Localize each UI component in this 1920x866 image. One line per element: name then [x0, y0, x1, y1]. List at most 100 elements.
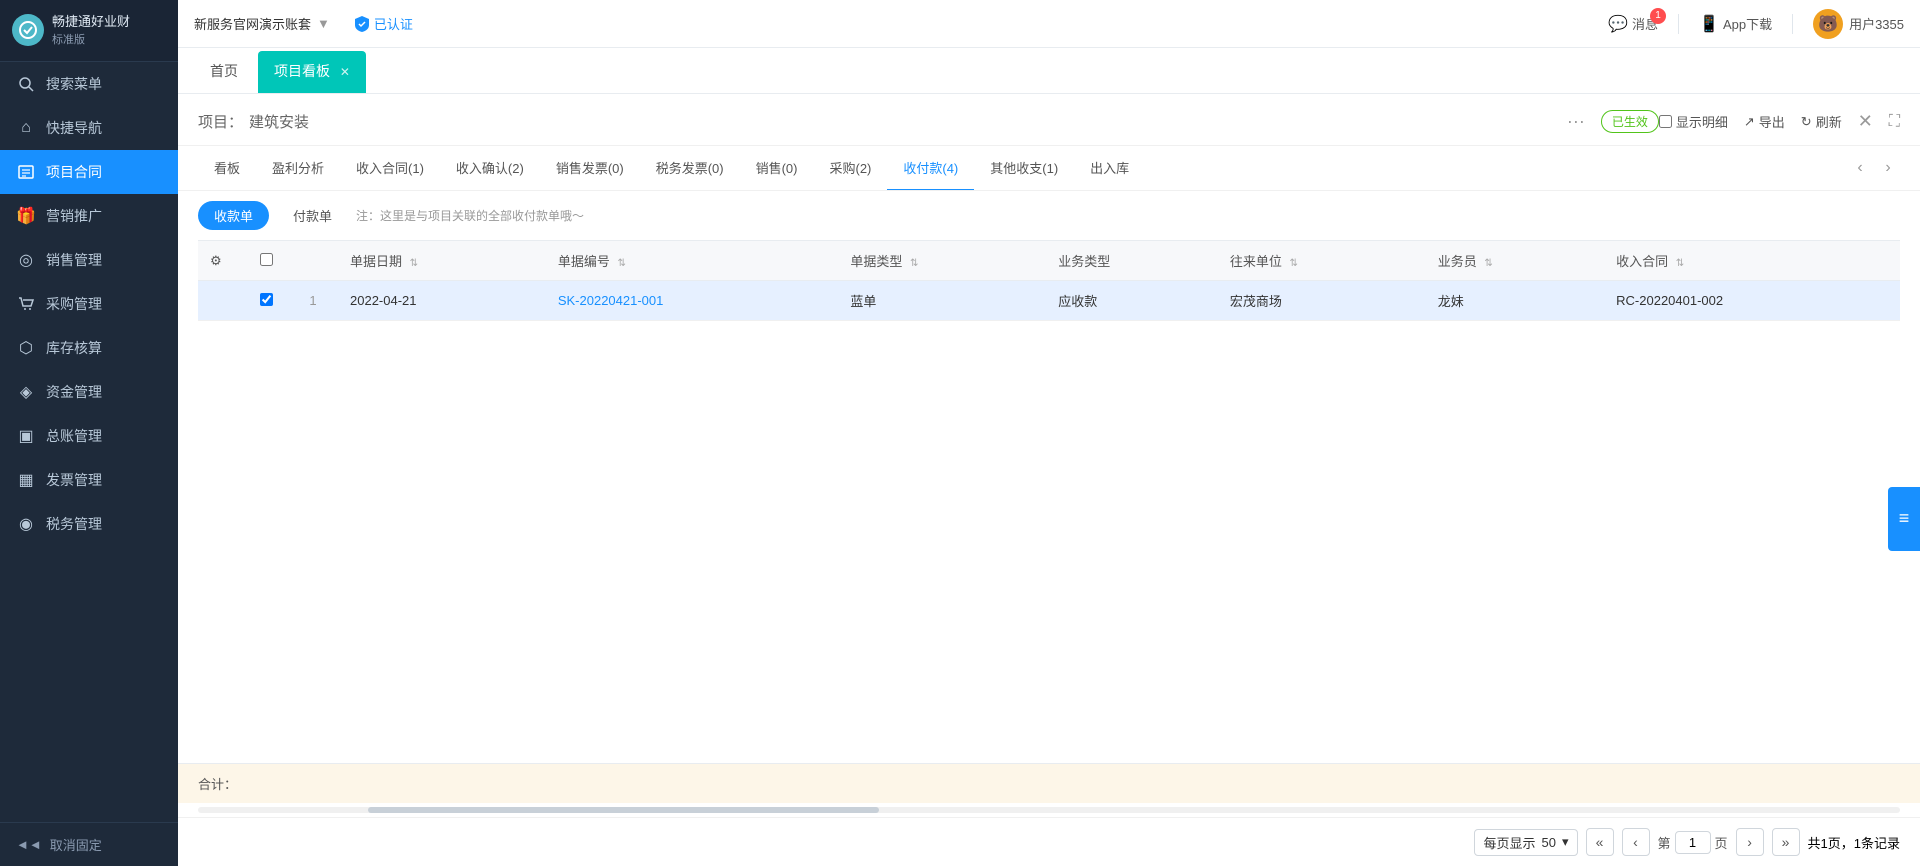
project-name: 新服务官网演示账套 — [194, 14, 311, 33]
sub-tab-profit[interactable]: 盈利分析 — [256, 146, 340, 191]
col-settings[interactable]: ⚙ — [198, 241, 248, 281]
sub-tab-next-btn[interactable]: › — [1876, 156, 1900, 180]
first-page-btn[interactable]: « — [1586, 828, 1614, 856]
sub-tab-sales[interactable]: 销售(0) — [740, 146, 814, 191]
app-name: 畅捷通好业财 — [52, 14, 130, 31]
app-download-btn[interactable]: 📱 App下载 — [1699, 14, 1772, 34]
page-header: 项目：建筑安装 ··· 已生效 显示明细 ↗ 导出 ↻ 刷新 ✕ ⛶ — [178, 94, 1920, 146]
select-all-checkbox[interactable] — [260, 253, 273, 266]
row-income-contract: RC-20220401-002 — [1604, 281, 1900, 321]
logo-icon — [12, 14, 44, 46]
col-number-header[interactable]: 单据编号 ⇅ — [546, 241, 839, 281]
col-type-header[interactable]: 单据类型 ⇅ — [838, 241, 1046, 281]
per-page-label: 每页显示 — [1483, 833, 1535, 852]
float-action-btn[interactable]: ≡ — [1888, 487, 1920, 551]
tab-close-icon[interactable]: ✕ — [340, 65, 350, 79]
refresh-btn[interactable]: ↻ 刷新 — [1801, 112, 1842, 131]
app-download-label: App下载 — [1723, 14, 1772, 33]
message-icon: 💬 — [1608, 14, 1628, 34]
user-btn[interactable]: 🐻 用户3355 — [1813, 9, 1904, 39]
show-detail-checkbox[interactable]: 显示明细 — [1659, 112, 1728, 131]
row-select-checkbox[interactable] — [260, 293, 273, 306]
sub-tab-income-confirm[interactable]: 收入确认(2) — [440, 146, 540, 191]
logo-text-area: 畅捷通好业财 标准版 — [52, 14, 130, 47]
tab-project-board[interactable]: 项目看板 ✕ — [258, 51, 366, 93]
table-row[interactable]: 1 2022-04-21 SK-20220421-001 蓝单 应收款 宏茂商场… — [198, 281, 1900, 321]
more-options-btn[interactable]: ··· — [1567, 111, 1585, 132]
row-number-link[interactable]: SK-20220421-001 — [558, 293, 664, 308]
sub-tab-tax-invoice-label: 税务发票(0) — [656, 161, 724, 176]
sub-tab-tax-invoice[interactable]: 税务发票(0) — [640, 146, 740, 191]
row-checkbox[interactable] — [248, 281, 288, 321]
per-page-select[interactable]: 每页显示 50 ▾ — [1474, 829, 1577, 856]
tab-home[interactable]: 首页 — [194, 51, 254, 93]
sidebar-item-project-contract[interactable]: 项目合同 — [0, 150, 178, 194]
sidebar-item-search[interactable]: 搜索菜单 — [0, 62, 178, 106]
pay-tab-btn[interactable]: 付款单 — [277, 201, 348, 230]
scrollbar-thumb[interactable] — [368, 807, 879, 813]
inventory-icon: ⬡ — [16, 338, 36, 358]
export-btn[interactable]: ↗ 导出 — [1744, 112, 1785, 131]
project-dropdown-arrow: ▼ — [317, 16, 330, 31]
sidebar-item-purchase[interactable]: 采购管理 — [0, 282, 178, 326]
sub-tab-other[interactable]: 其他收支(1) — [974, 146, 1074, 191]
sub-tab-prev-btn[interactable]: ‹ — [1848, 156, 1872, 180]
divider — [1678, 14, 1679, 34]
fullscreen-btn[interactable]: ⛶ — [1889, 113, 1900, 131]
sidebar: 畅捷通好业财 标准版 搜索菜单 ⌂ 快捷导航 — [0, 0, 178, 866]
user-label: 用户3355 — [1849, 14, 1904, 33]
verified-label: 已认证 — [374, 14, 413, 33]
circle-icon: ◎ — [16, 250, 36, 270]
sub-tab-in-out[interactable]: 出入库 — [1074, 146, 1145, 191]
receive-tab-btn[interactable]: 收款单 — [198, 201, 269, 230]
sidebar-item-marketing[interactable]: 🎁 营销推广 — [0, 194, 178, 238]
sidebar-item-funds[interactable]: ◈ 资金管理 — [0, 370, 178, 414]
sub-tab-income-confirm-label: 收入确认(2) — [456, 161, 524, 176]
phone-icon: 📱 — [1699, 14, 1719, 34]
sidebar-item-sales[interactable]: ◎ 销售管理 — [0, 238, 178, 282]
user-avatar: 🐻 — [1813, 9, 1843, 39]
gift-icon: 🎁 — [16, 206, 36, 226]
col-partner-header[interactable]: 往来单位 ⇅ — [1218, 241, 1426, 281]
page-number-input[interactable] — [1675, 831, 1711, 854]
tab-home-label: 首页 — [210, 63, 238, 79]
sub-tab-other-label: 其他收支(1) — [990, 161, 1058, 176]
number-sort-icon: ⇅ — [617, 258, 625, 269]
top-bar-left: 新服务官网演示账套 ▼ 已认证 — [194, 14, 1608, 33]
header-actions: 显示明细 ↗ 导出 ↻ 刷新 ✕ ⛶ — [1659, 111, 1900, 132]
export-label: 导出 — [1759, 112, 1785, 131]
cancel-pin-btn[interactable]: ◄◄ 取消固定 — [0, 822, 178, 866]
col-date-header[interactable]: 单据日期 ⇅ — [338, 241, 546, 281]
divider2 — [1792, 14, 1793, 34]
project-selector[interactable]: 新服务官网演示账套 ▼ — [194, 14, 330, 33]
cancel-pin-label: 取消固定 — [50, 835, 102, 854]
sub-tab-kanban[interactable]: 看板 — [198, 146, 256, 191]
sidebar-item-inventory[interactable]: ⬡ 库存核算 — [0, 326, 178, 370]
scrollbar-track — [198, 807, 1900, 813]
sub-tab-purchase[interactable]: 采购(2) — [813, 146, 887, 191]
table-footer: 合计： — [178, 763, 1920, 803]
sidebar-item-tax[interactable]: ◉ 税务管理 — [0, 502, 178, 546]
sidebar-item-invoice[interactable]: ▦ 发票管理 — [0, 458, 178, 502]
show-detail-label: 显示明细 — [1676, 112, 1728, 131]
app-edition: 标准版 — [52, 31, 130, 47]
show-detail-input[interactable] — [1659, 115, 1672, 128]
next-page-btn[interactable]: › — [1736, 828, 1764, 856]
close-btn[interactable]: ✕ — [1858, 111, 1873, 132]
last-page-btn[interactable]: » — [1772, 828, 1800, 856]
sidebar-item-ledger[interactable]: ▣ 总账管理 — [0, 414, 178, 458]
sub-tab-income-contract[interactable]: 收入合同(1) — [340, 146, 440, 191]
status-badge: 已生效 — [1601, 110, 1659, 133]
sidebar-item-quick-nav[interactable]: ⌂ 快捷导航 — [0, 106, 178, 150]
total-records-label: 共1页，1条记录 — [1808, 833, 1900, 852]
message-btn[interactable]: 💬 消息 1 — [1608, 14, 1658, 34]
sub-tab-receive-pay-label: 收付款(4) — [903, 161, 958, 176]
prev-page-btn[interactable]: ‹ — [1622, 828, 1650, 856]
sub-tab-receive-pay[interactable]: 收付款(4) — [887, 146, 974, 191]
row-biz-type: 应收款 — [1046, 281, 1218, 321]
row-number[interactable]: SK-20220421-001 — [546, 281, 839, 321]
scrollbar-wrapper[interactable] — [178, 803, 1920, 817]
col-income-contract-header[interactable]: 收入合同 ⇅ — [1604, 241, 1900, 281]
sub-tab-sales-invoice[interactable]: 销售发票(0) — [540, 146, 640, 191]
col-salesman-header[interactable]: 业务员 ⇅ — [1426, 241, 1604, 281]
